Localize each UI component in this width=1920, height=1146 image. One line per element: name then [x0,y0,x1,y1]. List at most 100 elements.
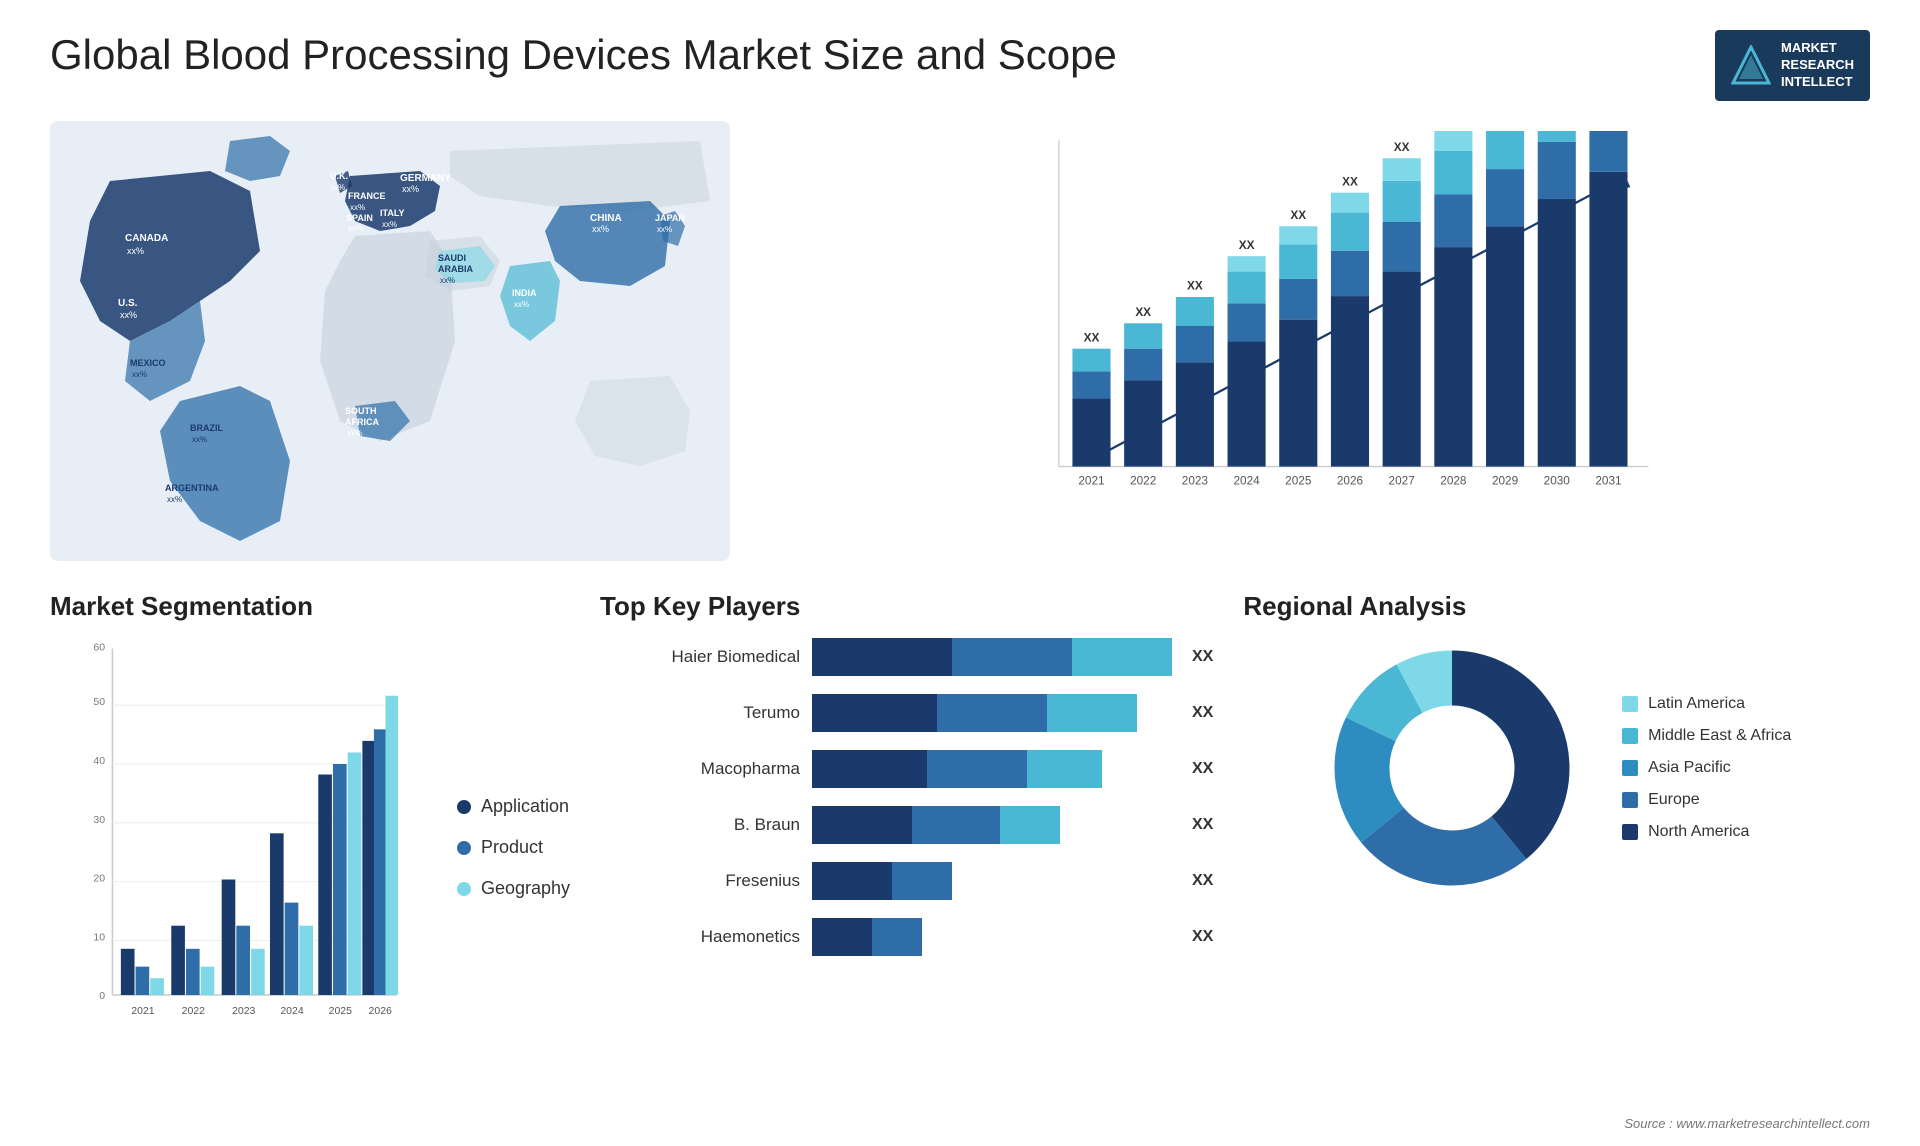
player-bar-bbraun [812,806,1172,844]
player-label-macopharma: XX [1192,760,1213,778]
player-bar-haier [812,638,1172,676]
player-bar-macopharma [812,750,1172,788]
legend-asia-pacific: Asia Pacific [1622,759,1791,777]
svg-text:MEXICO: MEXICO [130,358,166,368]
legend-middle-east-label: Middle East & Africa [1648,727,1791,745]
svg-text:AFRICA: AFRICA [345,417,379,427]
player-name-bbraun: B. Braun [600,815,800,835]
page-title: Global Blood Processing Devices Market S… [50,30,1117,80]
svg-text:2031: 2031 [1595,474,1621,487]
svg-text:40: 40 [93,755,105,767]
player-row-haemonetics: Haemonetics XX [600,918,1213,956]
world-map: CANADA xx% U.S. xx% MEXICO xx% BRAZIL xx… [50,121,730,561]
svg-text:GERMANY: GERMANY [400,173,451,184]
svg-text:xx%: xx% [192,435,207,444]
svg-text:SAUDI: SAUDI [438,253,466,263]
svg-text:xx%: xx% [350,203,365,212]
svg-text:CHINA: CHINA [590,213,622,224]
legend-europe-label: Europe [1648,791,1700,809]
svg-text:xx%: xx% [330,183,345,192]
player-row-macopharma: Macopharma XX [600,750,1213,788]
svg-text:XX: XX [1290,209,1306,222]
svg-text:XX: XX [1239,239,1255,252]
svg-text:xx%: xx% [657,225,672,234]
key-players-section: Top Key Players Haier Biomedical XX Teru… [600,591,1213,1131]
svg-text:60: 60 [93,641,105,653]
player-label-bbraun: XX [1192,816,1213,834]
svg-text:XX: XX [1394,141,1410,154]
logo-icon [1731,45,1771,85]
legend-application: Application [457,796,570,817]
svg-text:xx%: xx% [514,300,529,309]
legend-north-america-label: North America [1648,823,1749,841]
svg-text:xx%: xx% [440,276,455,285]
svg-text:30: 30 [93,813,105,825]
legend-north-america: North America [1622,823,1791,841]
donut-legend: Latin America Middle East & Africa Asia … [1622,695,1791,841]
legend-label-application: Application [481,796,569,817]
page-container: Global Blood Processing Devices Market S… [0,0,1920,1146]
content-top: CANADA xx% U.S. xx% MEXICO xx% BRAZIL xx… [50,121,1870,561]
svg-text:xx%: xx% [167,495,182,504]
player-name-haemonetics: Haemonetics [600,927,800,947]
svg-text:SOUTH: SOUTH [345,406,377,416]
svg-text:2029: 2029 [1492,474,1518,487]
svg-text:xx%: xx% [132,370,147,379]
svg-text:xx%: xx% [348,224,363,233]
svg-text:50: 50 [93,696,105,708]
logo-text: MARKET RESEARCH INTELLECT [1781,40,1854,91]
segmentation-legend: Application Product Geography [447,638,570,1058]
svg-text:U.K.: U.K. [330,171,348,181]
svg-text:2025: 2025 [1285,474,1312,487]
svg-text:2028: 2028 [1440,474,1467,487]
svg-text:2026: 2026 [1337,474,1364,487]
player-label-haier: XX [1192,648,1213,666]
svg-text:xx%: xx% [347,429,362,438]
svg-text:FRANCE: FRANCE [348,191,386,201]
svg-text:xx%: xx% [120,310,137,320]
source-text: Source : www.marketresearchintellect.com [1624,1116,1870,1131]
legend-dot-geography [457,882,471,896]
content-bottom: Market Segmentation 0 10 20 30 40 [50,591,1870,1131]
player-name-macopharma: Macopharma [600,759,800,779]
legend-geography: Geography [457,878,570,899]
regional-title: Regional Analysis [1243,591,1870,622]
svg-text:ITALY: ITALY [380,208,405,218]
svg-text:2022: 2022 [1130,474,1156,487]
players-chart: Haier Biomedical XX Terumo [600,638,1213,956]
svg-text:CANADA: CANADA [125,233,168,244]
svg-text:XX: XX [1135,306,1151,319]
segmentation-title: Market Segmentation [50,591,570,622]
legend-middle-east: Middle East & Africa [1622,727,1791,745]
legend-asia-pacific-label: Asia Pacific [1648,759,1731,777]
svg-text:0: 0 [99,990,105,1002]
svg-text:xx%: xx% [402,184,419,194]
svg-text:2024: 2024 [280,1005,304,1017]
svg-text:ARGENTINA: ARGENTINA [165,483,219,493]
donut-chart [1322,638,1582,898]
svg-text:INDIA: INDIA [512,288,537,298]
svg-text:2021: 2021 [1078,474,1104,487]
player-label-haemonetics: XX [1192,928,1213,946]
svg-text:XX: XX [1084,331,1100,344]
svg-text:XX: XX [1342,175,1358,188]
svg-text:2025: 2025 [329,1005,353,1017]
svg-text:2023: 2023 [232,1005,256,1017]
legend-product: Product [457,837,570,858]
key-players-title: Top Key Players [600,591,1213,622]
legend-dot-application [457,800,471,814]
map-section: CANADA xx% U.S. xx% MEXICO xx% BRAZIL xx… [50,121,730,561]
player-bar-haemonetics [812,918,1172,956]
header: Global Blood Processing Devices Market S… [50,30,1870,101]
svg-text:2026: 2026 [369,1005,393,1017]
legend-latin-america: Latin America [1622,695,1791,713]
bar-chart-svg: XX 2021 XX 2022 XX 2023 XX [820,131,1860,521]
player-name-fresenius: Fresenius [600,871,800,891]
svg-text:XX: XX [1187,279,1203,292]
legend-dot-product [457,841,471,855]
svg-text:2027: 2027 [1389,474,1415,487]
player-row-bbraun: B. Braun XX [600,806,1213,844]
legend-latin-america-label: Latin America [1648,695,1745,713]
player-label-fresenius: XX [1192,872,1213,890]
market-segmentation: Market Segmentation 0 10 20 30 40 [50,591,570,1131]
